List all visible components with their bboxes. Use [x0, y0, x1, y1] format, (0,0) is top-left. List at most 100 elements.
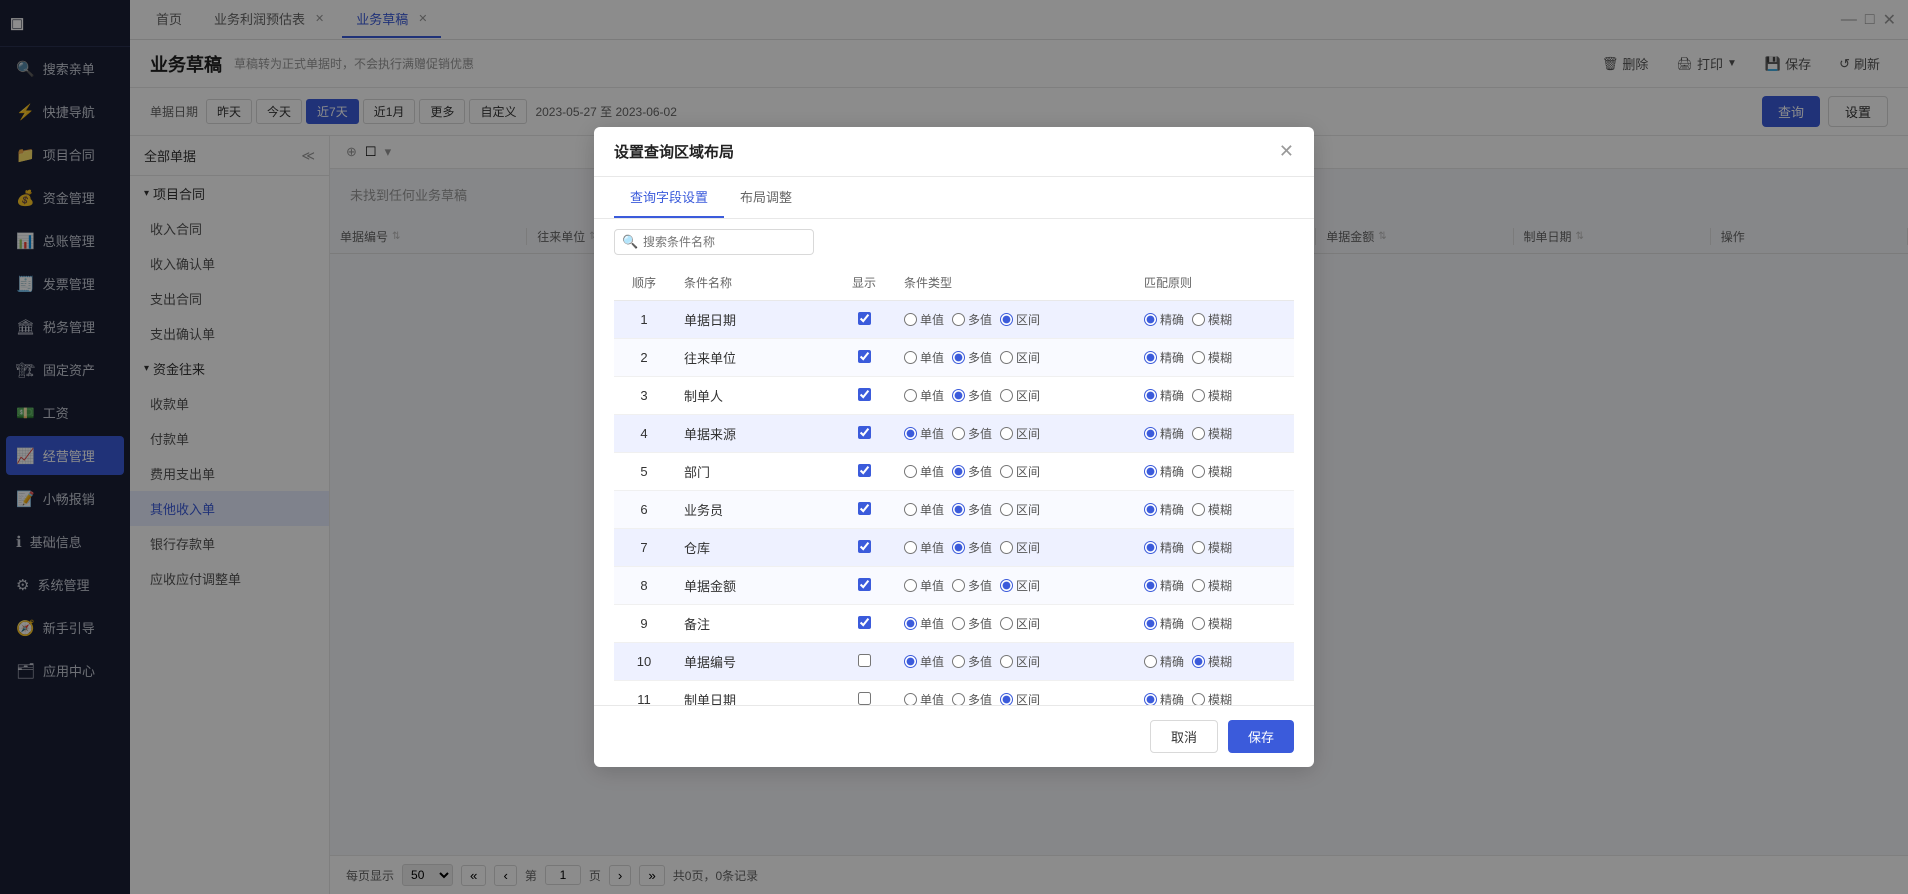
row-show-4[interactable] — [834, 415, 894, 453]
single-value-option-6[interactable]: 单值 — [904, 501, 944, 518]
range-option-4[interactable]: 区间 — [1000, 425, 1040, 442]
fuzzy-option-5[interactable]: 模糊 — [1192, 463, 1232, 480]
multi-value-option-6[interactable]: 多值 — [952, 501, 992, 518]
show-checkbox-7[interactable] — [858, 540, 871, 553]
fuzzy-option-8[interactable]: 模糊 — [1192, 577, 1232, 594]
multi-value-option-11[interactable]: 多值 — [952, 691, 992, 705]
table-row: 2 往来单位 单值 多值 区间 精确 模糊 — [614, 339, 1294, 377]
show-checkbox-1[interactable] — [858, 312, 871, 325]
row-name-3: 制单人 — [674, 377, 834, 415]
range-option-5[interactable]: 区间 — [1000, 463, 1040, 480]
show-checkbox-6[interactable] — [858, 502, 871, 515]
exact-option-7[interactable]: 精确 — [1144, 539, 1184, 556]
single-value-option-9[interactable]: 单值 — [904, 615, 944, 632]
fuzzy-option-1[interactable]: 模糊 — [1192, 311, 1232, 328]
single-value-option-1[interactable]: 单值 — [904, 311, 944, 328]
row-show-11[interactable] — [834, 681, 894, 706]
row-show-7[interactable] — [834, 529, 894, 567]
exact-option-5[interactable]: 精确 — [1144, 463, 1184, 480]
multi-value-option-5[interactable]: 多值 — [952, 463, 992, 480]
fuzzy-option-10[interactable]: 模糊 — [1192, 653, 1232, 670]
fuzzy-option-4[interactable]: 模糊 — [1192, 425, 1232, 442]
range-option-3[interactable]: 区间 — [1000, 387, 1040, 404]
row-show-10[interactable] — [834, 643, 894, 681]
exact-option-1[interactable]: 精确 — [1144, 311, 1184, 328]
single-value-option-10[interactable]: 单值 — [904, 653, 944, 670]
show-checkbox-5[interactable] — [858, 464, 871, 477]
fuzzy-option-9[interactable]: 模糊 — [1192, 615, 1232, 632]
show-checkbox-4[interactable] — [858, 426, 871, 439]
range-option-10[interactable]: 区间 — [1000, 653, 1040, 670]
show-checkbox-3[interactable] — [858, 388, 871, 401]
row-order-1: 1 — [614, 301, 674, 339]
multi-value-option-9[interactable]: 多值 — [952, 615, 992, 632]
row-show-2[interactable] — [834, 339, 894, 377]
fuzzy-option-7[interactable]: 模糊 — [1192, 539, 1232, 556]
table-row: 9 备注 单值 多值 区间 精确 模糊 — [614, 605, 1294, 643]
range-option-6[interactable]: 区间 — [1000, 501, 1040, 518]
row-show-6[interactable] — [834, 491, 894, 529]
modal-tabs: 查询字段设置 布局调整 — [594, 177, 1314, 219]
fuzzy-option-6[interactable]: 模糊 — [1192, 501, 1232, 518]
row-name-10: 单据编号 — [674, 643, 834, 681]
exact-option-6[interactable]: 精确 — [1144, 501, 1184, 518]
tab-layout-adjust[interactable]: 布局调整 — [724, 177, 808, 218]
exact-option-2[interactable]: 精确 — [1144, 349, 1184, 366]
row-name-6: 业务员 — [674, 491, 834, 529]
show-checkbox-11[interactable] — [858, 692, 871, 705]
range-option-2[interactable]: 区间 — [1000, 349, 1040, 366]
row-order-10: 10 — [614, 643, 674, 681]
row-show-8[interactable] — [834, 567, 894, 605]
multi-value-option-7[interactable]: 多值 — [952, 539, 992, 556]
multi-value-option-8[interactable]: 多值 — [952, 577, 992, 594]
row-show-3[interactable] — [834, 377, 894, 415]
row-match-8: 精确 模糊 — [1134, 567, 1294, 605]
fuzzy-option-3[interactable]: 模糊 — [1192, 387, 1232, 404]
multi-value-option-1[interactable]: 多值 — [952, 311, 992, 328]
modal-body: 顺序 条件名称 显示 条件类型 匹配原则 1 单据日期 单值 多值 区间 — [594, 265, 1314, 705]
tab-field-settings[interactable]: 查询字段设置 — [614, 177, 724, 218]
exact-option-3[interactable]: 精确 — [1144, 387, 1184, 404]
row-show-5[interactable] — [834, 453, 894, 491]
row-name-4: 单据来源 — [674, 415, 834, 453]
modal-header: 设置查询区域布局 ✕ — [594, 127, 1314, 177]
single-value-option-7[interactable]: 单值 — [904, 539, 944, 556]
exact-option-11[interactable]: 精确 — [1144, 691, 1184, 705]
row-match-2: 精确 模糊 — [1134, 339, 1294, 377]
show-checkbox-2[interactable] — [858, 350, 871, 363]
single-value-option-8[interactable]: 单值 — [904, 577, 944, 594]
row-order-6: 6 — [614, 491, 674, 529]
cancel-button[interactable]: 取消 — [1150, 720, 1218, 753]
single-value-option-4[interactable]: 单值 — [904, 425, 944, 442]
multi-value-option-4[interactable]: 多值 — [952, 425, 992, 442]
row-order-8: 8 — [614, 567, 674, 605]
fuzzy-option-11[interactable]: 模糊 — [1192, 691, 1232, 705]
range-option-9[interactable]: 区间 — [1000, 615, 1040, 632]
multi-value-option-3[interactable]: 多值 — [952, 387, 992, 404]
single-value-option-5[interactable]: 单值 — [904, 463, 944, 480]
single-value-option-11[interactable]: 单值 — [904, 691, 944, 705]
range-option-11[interactable]: 区间 — [1000, 691, 1040, 705]
exact-option-8[interactable]: 精确 — [1144, 577, 1184, 594]
range-option-7[interactable]: 区间 — [1000, 539, 1040, 556]
modal-save-button[interactable]: 保存 — [1228, 720, 1294, 753]
multi-value-option-2[interactable]: 多值 — [952, 349, 992, 366]
fuzzy-option-2[interactable]: 模糊 — [1192, 349, 1232, 366]
range-option-8[interactable]: 区间 — [1000, 577, 1040, 594]
row-show-9[interactable] — [834, 605, 894, 643]
show-checkbox-9[interactable] — [858, 616, 871, 629]
show-checkbox-10[interactable] — [858, 654, 871, 667]
condition-search-input[interactable] — [614, 229, 814, 255]
show-checkbox-8[interactable] — [858, 578, 871, 591]
multi-value-option-10[interactable]: 多值 — [952, 653, 992, 670]
exact-option-4[interactable]: 精确 — [1144, 425, 1184, 442]
range-option-1[interactable]: 区间 — [1000, 311, 1040, 328]
single-value-option-2[interactable]: 单值 — [904, 349, 944, 366]
exact-option-9[interactable]: 精确 — [1144, 615, 1184, 632]
modal-close-icon[interactable]: ✕ — [1279, 141, 1294, 162]
single-value-option-3[interactable]: 单值 — [904, 387, 944, 404]
row-name-2: 往来单位 — [674, 339, 834, 377]
exact-option-10[interactable]: 精确 — [1144, 653, 1184, 670]
row-match-10: 精确 模糊 — [1134, 643, 1294, 681]
row-show-1[interactable] — [834, 301, 894, 339]
